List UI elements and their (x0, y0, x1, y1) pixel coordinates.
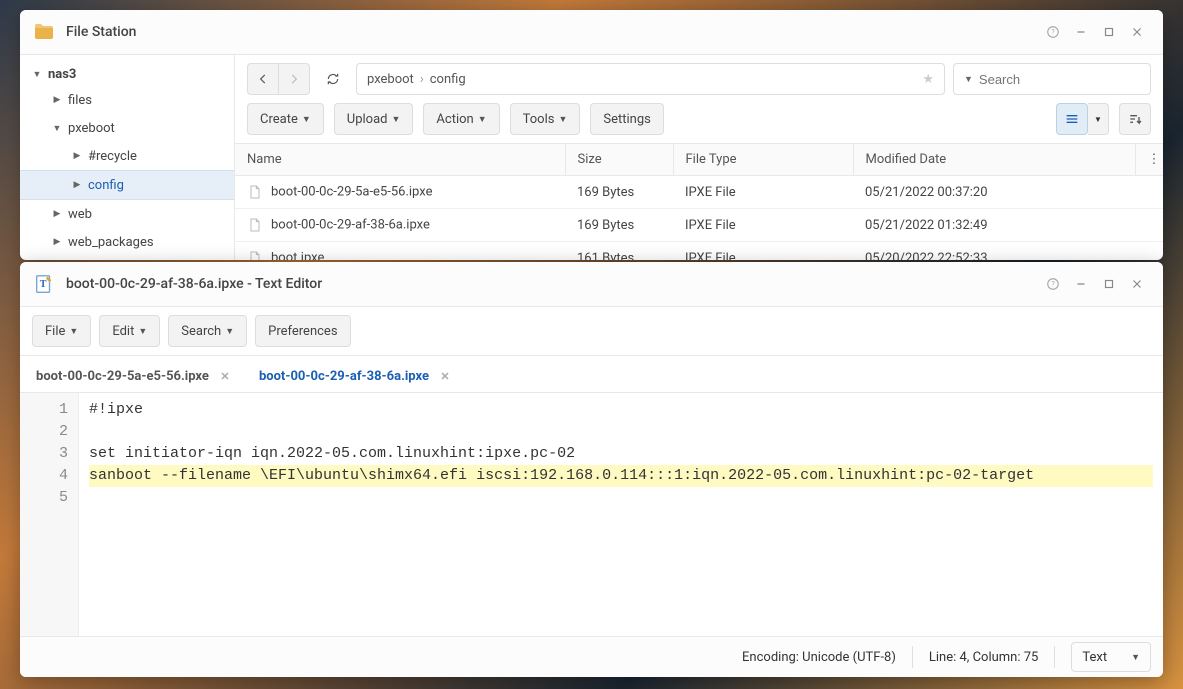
col-name[interactable]: Name (235, 144, 565, 176)
mode-select[interactable]: Text▼ (1071, 642, 1151, 672)
file-table: Name Size File Type Modified Date ⋮ boot… (235, 143, 1163, 260)
code-area[interactable]: #!ipxe set initiator-iqn iqn.2022-05.com… (79, 393, 1163, 636)
settings-button[interactable]: Settings (590, 103, 663, 135)
table-row[interactable]: boot-00-0c-29-5a-e5-56.ipxe169 BytesIPXE… (235, 176, 1163, 209)
folder-icon (32, 20, 56, 44)
file-station-window: File Station ? ▼nas3 ▶files▼pxeboot▶#rec… (20, 10, 1163, 260)
breadcrumb-seg-1[interactable]: config (430, 72, 466, 87)
file-icon (247, 183, 263, 201)
nav-forward-button[interactable] (279, 63, 310, 95)
tree-item-pxeboot[interactable]: ▼pxeboot (20, 114, 234, 142)
upload-button[interactable]: Upload▼ (334, 103, 414, 135)
view-dropdown-button[interactable]: ▼ (1088, 103, 1109, 135)
editor-tab[interactable]: boot-00-0c-29-5a-e5-56.ipxe✕ (32, 362, 237, 392)
status-encoding: Encoding: Unicode (UTF-8) (742, 650, 896, 665)
text-editor-titlebar[interactable]: T boot-00-0c-29-af-38-6a.ipxe - Text Edi… (20, 262, 1163, 307)
code-line[interactable] (89, 421, 1153, 443)
search-menu[interactable]: Search▼ (168, 315, 247, 347)
tab-close-icon[interactable]: ✕ (217, 368, 233, 384)
col-type[interactable]: File Type (673, 144, 853, 176)
edit-menu[interactable]: Edit▼ (99, 315, 160, 347)
svg-text:T: T (40, 279, 47, 290)
code-line[interactable]: sanboot --filename \EFI\ubuntu\shimx64.e… (89, 465, 1153, 487)
view-list-button[interactable] (1056, 103, 1088, 135)
text-editor-icon: T (32, 272, 56, 296)
tree-item-files[interactable]: ▶files (20, 86, 234, 114)
editor-tab[interactable]: boot-00-0c-29-af-38-6a.ipxe✕ (255, 362, 457, 392)
maximize-icon[interactable] (1095, 270, 1123, 298)
refresh-button[interactable] (318, 64, 348, 94)
code-line[interactable] (89, 487, 1153, 509)
svg-text:?: ? (1051, 28, 1055, 36)
status-bar: Encoding: Unicode (UTF-8) Line: 4, Colum… (20, 636, 1163, 677)
file-icon (247, 249, 263, 260)
col-more[interactable]: ⋮ (1135, 144, 1163, 176)
file-icon (247, 216, 263, 234)
tab-close-icon[interactable]: ✕ (437, 368, 453, 384)
maximize-icon[interactable] (1095, 18, 1123, 46)
help-icon[interactable]: ? (1039, 270, 1067, 298)
col-modified[interactable]: Modified Date (853, 144, 1135, 176)
tree-item-web[interactable]: ▶web (20, 200, 234, 228)
minimize-icon[interactable] (1067, 270, 1095, 298)
file-station-titlebar[interactable]: File Station ? (20, 10, 1163, 55)
editor-tabs: boot-00-0c-29-5a-e5-56.ipxe✕ boot-00-0c-2… (20, 356, 1163, 393)
tree-item-recycle[interactable]: ▶#recycle (20, 142, 234, 170)
text-editor-window: T boot-00-0c-29-af-38-6a.ipxe - Text Edi… (20, 262, 1163, 677)
code-line[interactable]: #!ipxe (89, 399, 1153, 421)
tools-button[interactable]: Tools▼ (510, 103, 581, 135)
status-cursor: Line: 4, Column: 75 (929, 650, 1038, 665)
close-icon[interactable] (1123, 270, 1151, 298)
search-input[interactable] (973, 71, 1157, 88)
folder-tree: ▼nas3 ▶files▼pxeboot▶#recycle▶config▶web… (20, 55, 235, 260)
preferences-menu[interactable]: Preferences (255, 315, 350, 347)
col-size[interactable]: Size (565, 144, 673, 176)
nav-back-button[interactable] (247, 63, 279, 95)
code-line[interactable]: set initiator-iqn iqn.2022-05.com.linuxh… (89, 443, 1153, 465)
file-station-title: File Station (66, 24, 1039, 40)
file-menu[interactable]: File▼ (32, 315, 91, 347)
create-button[interactable]: Create▼ (247, 103, 324, 135)
breadcrumb-seg-0[interactable]: pxeboot (367, 72, 414, 87)
action-button[interactable]: Action▼ (423, 103, 499, 135)
tree-item-config[interactable]: ▶config (20, 170, 234, 200)
table-row[interactable]: boot.ipxe161 BytesIPXE File05/20/2022 22… (235, 242, 1163, 261)
nav-group (247, 63, 310, 95)
tree-item-webpackages[interactable]: ▶web_packages (20, 228, 234, 256)
search-box[interactable]: ▼ (953, 63, 1151, 95)
chevron-right-icon: › (420, 72, 424, 87)
tree-root-label: nas3 (48, 67, 76, 82)
breadcrumb[interactable]: pxeboot › config ★ (356, 63, 945, 95)
star-icon[interactable]: ★ (922, 72, 934, 87)
table-row[interactable]: boot-00-0c-29-af-38-6a.ipxe169 BytesIPXE… (235, 209, 1163, 242)
tree-root[interactable]: ▼nas3 (20, 63, 234, 86)
text-editor-title: boot-00-0c-29-af-38-6a.ipxe - Text Edito… (66, 276, 1039, 292)
close-icon[interactable] (1123, 18, 1151, 46)
help-icon[interactable]: ? (1039, 18, 1067, 46)
editor-area[interactable]: 12345 #!ipxe set initiator-iqn iqn.2022-… (20, 393, 1163, 636)
svg-text:?: ? (1051, 280, 1055, 288)
minimize-icon[interactable] (1067, 18, 1095, 46)
sort-button[interactable] (1119, 103, 1151, 135)
line-gutter: 12345 (20, 393, 79, 636)
chevron-down-icon: ▼ (964, 74, 973, 85)
